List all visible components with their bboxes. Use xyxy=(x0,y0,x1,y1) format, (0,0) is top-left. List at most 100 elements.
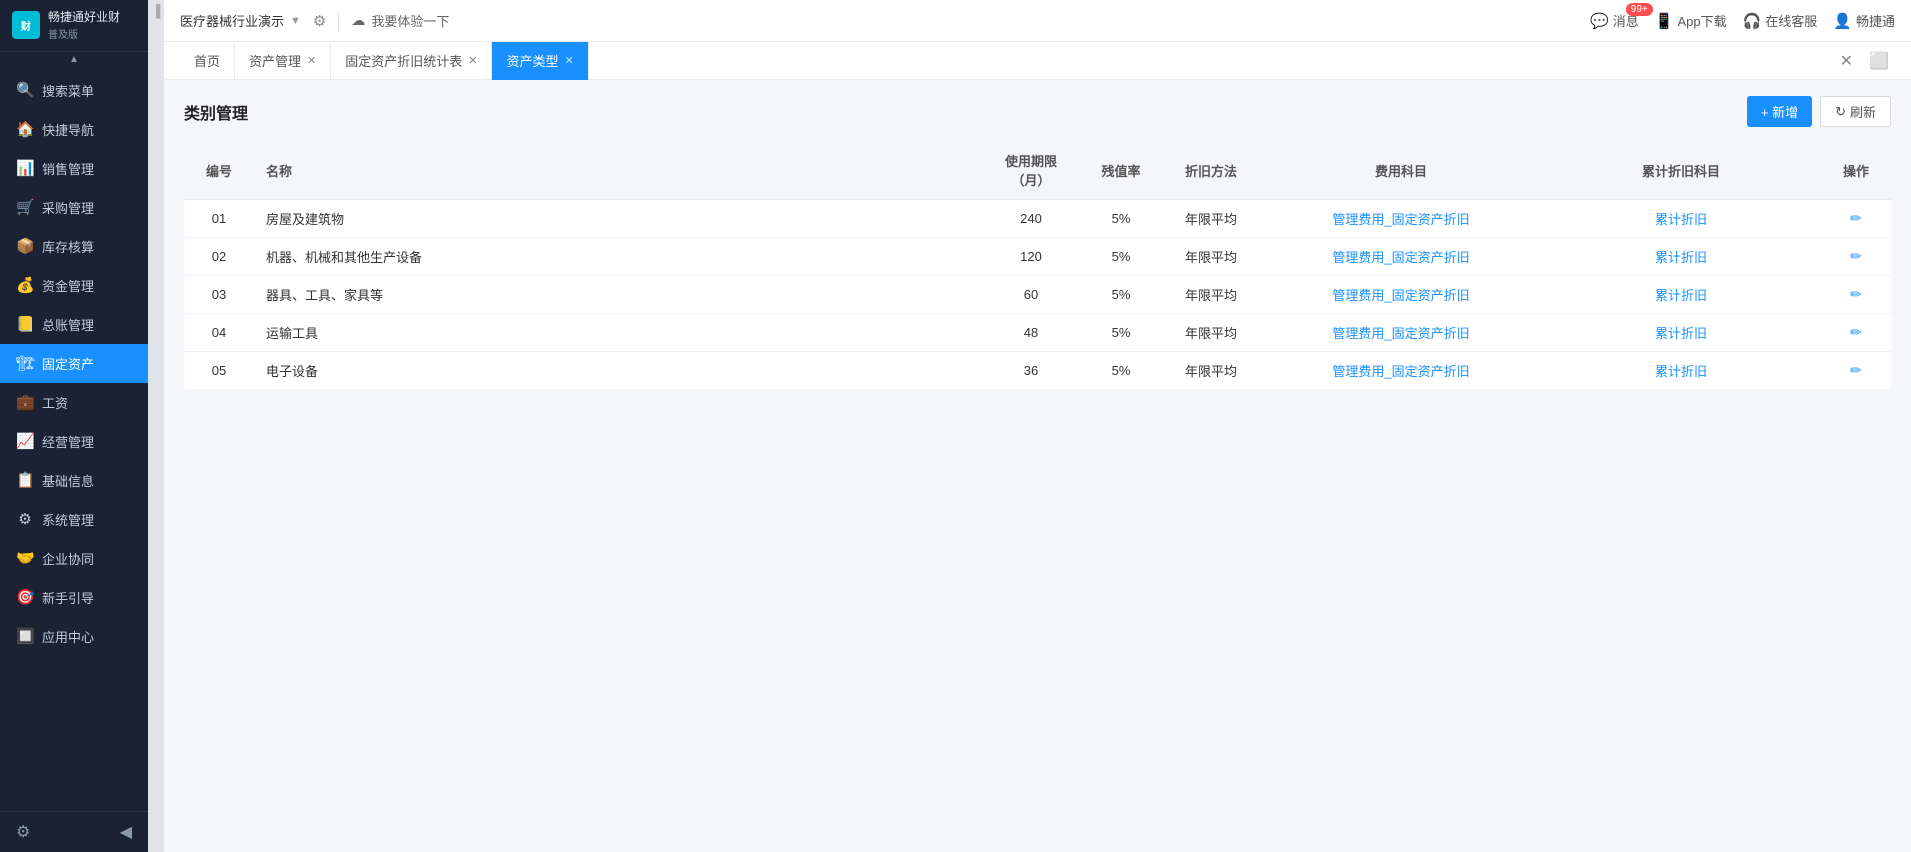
cell-period-2: 60 xyxy=(981,276,1081,314)
sidebar-item-inventory[interactable]: 📦 库存核算 xyxy=(0,227,148,266)
tab-depreciation-close[interactable]: ✕ xyxy=(468,54,477,67)
sidebar-scrollbar[interactable]: ▐ xyxy=(148,0,164,852)
cell-op-1: ✏ xyxy=(1821,238,1891,276)
expense-link-3[interactable]: 管理费用_固定资产折旧 xyxy=(1332,326,1469,341)
tab-asset-close[interactable]: ✕ xyxy=(307,54,316,67)
page-header: 类别管理 + 新增 ↻ 刷新 xyxy=(184,96,1891,127)
sidebar-item-apps[interactable]: 🔲 应用中心 xyxy=(0,617,148,656)
module-selector[interactable]: 医疗器械行业演示 ▼ xyxy=(180,11,301,30)
expense-link-1[interactable]: 管理费用_固定资产折旧 xyxy=(1332,250,1469,265)
tab-maximize-button[interactable]: ⬜ xyxy=(1863,49,1895,73)
expense-link-2[interactable]: 管理费用_固定资产折旧 xyxy=(1332,288,1469,303)
user-label: 畅捷通 xyxy=(1856,11,1895,30)
tab-home[interactable]: 首页 xyxy=(180,42,235,80)
cell-name-0: 房屋及建筑物 xyxy=(254,200,981,238)
cell-code-0: 01 xyxy=(184,200,254,238)
sidebar-item-quicknav[interactable]: 🏠 快捷导航 xyxy=(0,110,148,149)
expense-link-4[interactable]: 管理费用_固定资产折旧 xyxy=(1332,364,1469,379)
tab-depreciation-table[interactable]: 固定资产折旧统计表 ✕ xyxy=(331,42,492,80)
sidebar-item-capital[interactable]: 💰 资金管理 xyxy=(0,266,148,305)
message-badge: 99+ xyxy=(1626,3,1653,16)
sidebar-item-salary[interactable]: 💼 工资 xyxy=(0,383,148,422)
tab-asset-management[interactable]: 资产管理 ✕ xyxy=(235,42,331,80)
sidebar-item-fixed[interactable]: 🏗 固定资产 xyxy=(0,344,148,383)
cell-period-3: 48 xyxy=(981,314,1081,352)
sidebar-item-label: 基础信息 xyxy=(42,471,94,490)
table-body: 01 房屋及建筑物 240 5% 年限平均 管理费用_固定资产折旧 累计折旧 ✏… xyxy=(184,200,1891,390)
cell-method-3: 年限平均 xyxy=(1161,314,1261,352)
cell-accum-2: 累计折旧 xyxy=(1541,276,1821,314)
sidebar-item-ledger[interactable]: 📒 总账管理 xyxy=(0,305,148,344)
tab-asset-label: 资产管理 xyxy=(249,51,301,70)
sidebar-item-system[interactable]: ⚙ 系统管理 xyxy=(0,500,148,539)
cell-accum-3: 累计折旧 xyxy=(1541,314,1821,352)
sidebar-item-ops[interactable]: 📈 经营管理 xyxy=(0,422,148,461)
online-service-button[interactable]: 🎧 在线客服 xyxy=(1743,11,1818,30)
purchase-icon: 🛒 xyxy=(16,198,34,216)
col-header-op: 操作 xyxy=(1821,141,1891,200)
expense-link-0[interactable]: 管理费用_固定资产折旧 xyxy=(1332,212,1469,227)
settings-gear-icon[interactable]: ⚙ xyxy=(313,12,326,30)
edit-button-0[interactable]: ✏ xyxy=(1850,210,1862,226)
sidebar-item-sales[interactable]: 📊 销售管理 xyxy=(0,149,148,188)
settings-icon[interactable]: ⚙ xyxy=(16,822,30,842)
logo-icon: 财 xyxy=(12,11,40,39)
sidebar-item-purchase[interactable]: 🛒 采购管理 xyxy=(0,188,148,227)
sidebar-item-search[interactable]: 🔍 搜索菜单 xyxy=(0,71,148,110)
accum-link-1[interactable]: 累计折旧 xyxy=(1655,250,1707,265)
cell-expense-4: 管理费用_固定资产折旧 xyxy=(1261,352,1541,390)
cell-accum-4: 累计折旧 xyxy=(1541,352,1821,390)
experience-button[interactable]: ☁ 我要体验一下 xyxy=(351,11,449,30)
basic-icon: 📋 xyxy=(16,471,34,489)
collapse-icon[interactable]: ◀ xyxy=(120,822,132,842)
col-header-expense: 费用科目 xyxy=(1261,141,1541,200)
sidebar-item-label: 应用中心 xyxy=(42,627,94,646)
edit-button-2[interactable]: ✏ xyxy=(1850,286,1862,302)
tab-close-button[interactable]: ✕ xyxy=(1834,49,1859,73)
edit-button-1[interactable]: ✏ xyxy=(1850,248,1862,264)
message-button[interactable]: 💬 消息 99+ xyxy=(1590,11,1639,30)
cell-op-3: ✏ xyxy=(1821,314,1891,352)
topbar-right: 💬 消息 99+ 📱 App下载 🎧 在线客服 👤 畅捷通 xyxy=(1590,11,1895,30)
sidebar-item-label: 经营管理 xyxy=(42,432,94,451)
cell-code-1: 02 xyxy=(184,238,254,276)
sidebar-item-guide[interactable]: 🎯 新手引导 xyxy=(0,578,148,617)
sidebar-footer: ⚙ ◀ xyxy=(0,811,148,852)
capital-icon: 💰 xyxy=(16,276,34,294)
app-download-button[interactable]: 📱 App下载 xyxy=(1655,11,1727,30)
accum-link-0[interactable]: 累计折旧 xyxy=(1655,212,1707,227)
search-icon: 🔍 xyxy=(16,81,34,99)
sidebar-item-label: 工资 xyxy=(42,393,68,412)
cell-period-1: 120 xyxy=(981,238,1081,276)
inventory-icon: 📦 xyxy=(16,237,34,255)
system-icon: ⚙ xyxy=(16,510,34,528)
ops-icon: 📈 xyxy=(16,432,34,450)
accum-link-4[interactable]: 累计折旧 xyxy=(1655,364,1707,379)
cell-expense-0: 管理费用_固定资产折旧 xyxy=(1261,200,1541,238)
sidebar-item-enterprise[interactable]: 🤝 企业协同 xyxy=(0,539,148,578)
refresh-button[interactable]: ↻ 刷新 xyxy=(1820,96,1891,127)
table-row: 03 器具、工具、家具等 60 5% 年限平均 管理费用_固定资产折旧 累计折旧… xyxy=(184,276,1891,314)
accum-link-2[interactable]: 累计折旧 xyxy=(1655,288,1707,303)
guide-icon: 🎯 xyxy=(16,588,34,606)
tab-asset-type-close[interactable]: ✕ xyxy=(565,54,574,67)
edit-button-4[interactable]: ✏ xyxy=(1850,362,1862,378)
tab-asset-type[interactable]: 资产类型 ✕ xyxy=(492,42,588,80)
user-avatar-button[interactable]: 👤 畅捷通 xyxy=(1833,11,1895,30)
enterprise-icon: 🤝 xyxy=(16,549,34,567)
scroll-up-icon[interactable]: ▲ xyxy=(69,54,79,65)
cell-op-2: ✏ xyxy=(1821,276,1891,314)
col-header-method: 折旧方法 xyxy=(1161,141,1261,200)
col-header-name: 名称 xyxy=(254,141,981,200)
edit-button-3[interactable]: ✏ xyxy=(1850,324,1862,340)
topbar-divider xyxy=(338,12,339,30)
user-icon: 👤 xyxy=(1833,12,1852,30)
table-row: 05 电子设备 36 5% 年限平均 管理费用_固定资产折旧 累计折旧 ✏ xyxy=(184,352,1891,390)
accum-link-3[interactable]: 累计折旧 xyxy=(1655,326,1707,341)
col-header-period: 使用期限（月） xyxy=(981,141,1081,200)
col-header-code: 编号 xyxy=(184,141,254,200)
cell-op-4: ✏ xyxy=(1821,352,1891,390)
experience-label: 我要体验一下 xyxy=(371,11,449,30)
sidebar-item-basic[interactable]: 📋 基础信息 xyxy=(0,461,148,500)
new-button[interactable]: + 新增 xyxy=(1747,96,1812,127)
